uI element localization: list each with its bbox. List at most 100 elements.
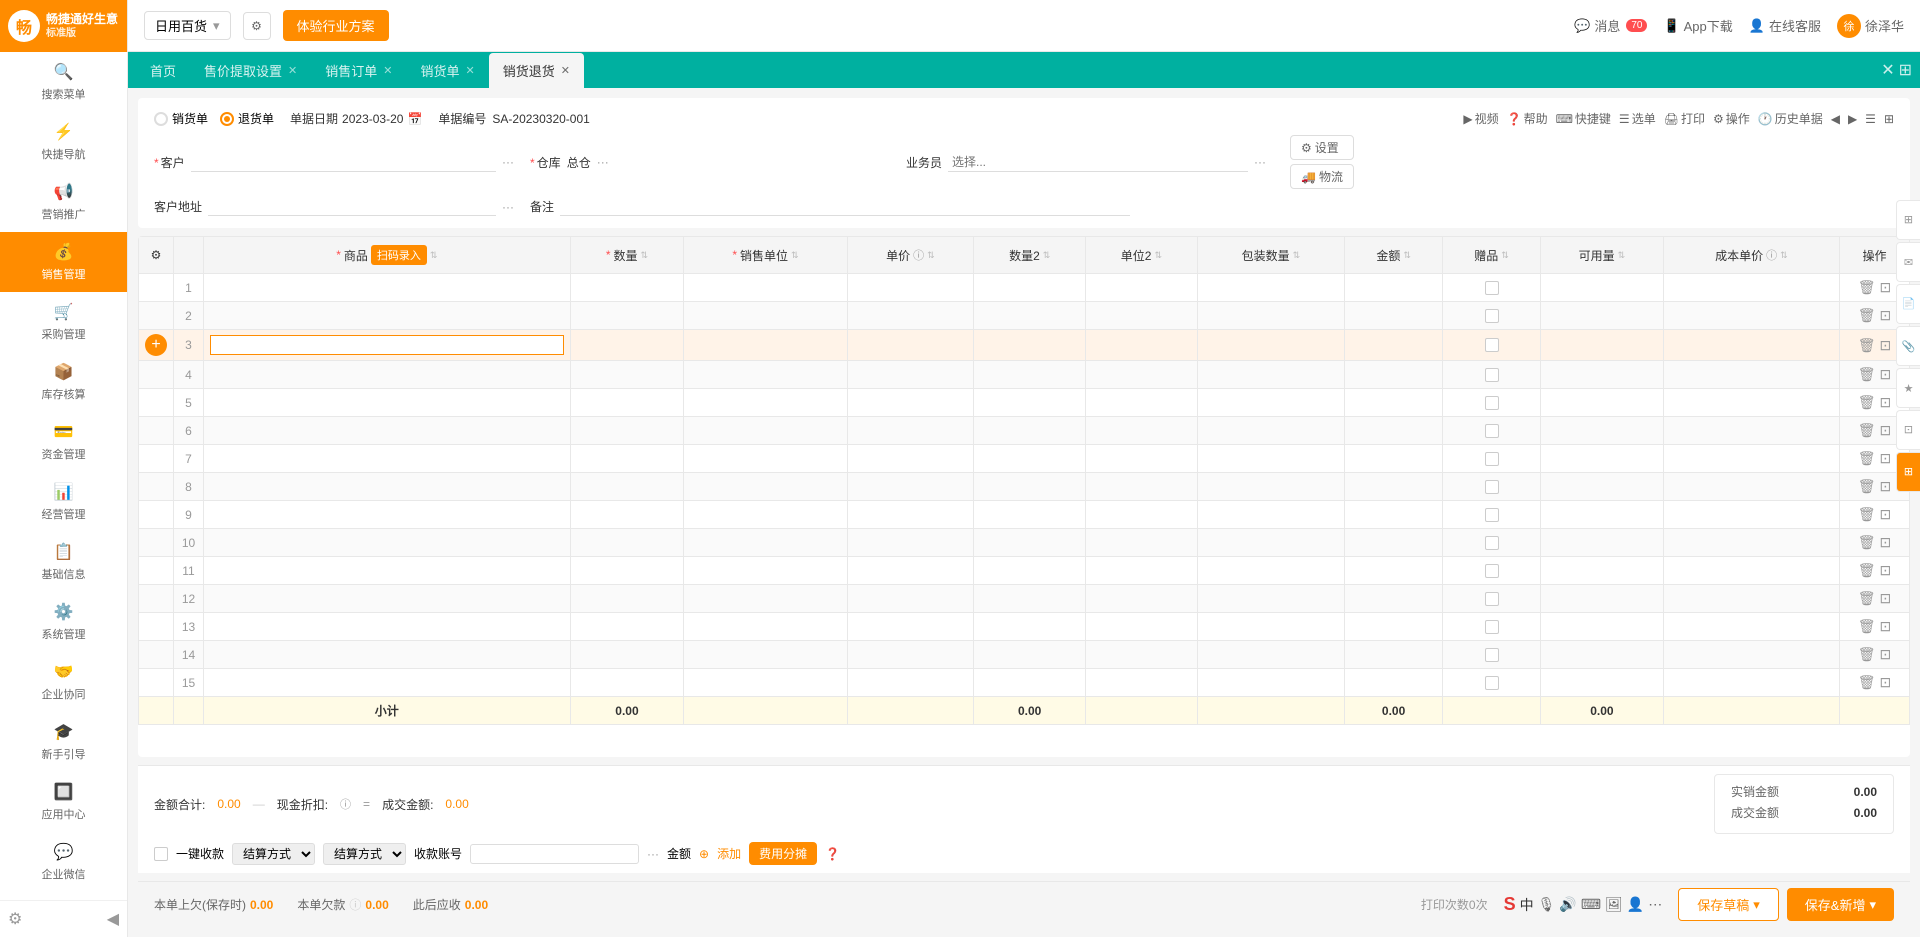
copy-icon[interactable]: ⊡ — [1880, 590, 1892, 606]
row-pkg-cell[interactable] — [1197, 529, 1344, 557]
gift-checkbox[interactable] — [1485, 480, 1499, 494]
row-gift-cell[interactable] — [1443, 361, 1541, 389]
row-price-cell[interactable] — [847, 473, 974, 501]
gift-checkbox[interactable] — [1485, 452, 1499, 466]
row-qty-cell[interactable] — [570, 274, 684, 302]
row-goods-cell[interactable] — [204, 557, 571, 585]
row-qty2-cell[interactable] — [974, 389, 1086, 417]
save-draft-btn[interactable]: 保存草稿 ▾ — [1678, 888, 1779, 921]
row-pkg-cell[interactable] — [1197, 501, 1344, 529]
row-unit2-cell[interactable] — [1086, 417, 1198, 445]
row-unit2-cell[interactable] — [1086, 557, 1198, 585]
radio-return[interactable]: 退货单 — [220, 110, 274, 127]
row-qty2-cell[interactable] — [974, 585, 1086, 613]
staff-input[interactable] — [948, 153, 1248, 172]
online-service-btn[interactable]: 👤 在线客服 — [1749, 16, 1821, 35]
row-gift-cell[interactable] — [1443, 389, 1541, 417]
row-pkg-cell[interactable] — [1197, 445, 1344, 473]
copy-icon[interactable]: ⊡ — [1880, 618, 1892, 634]
sidebar-item-corp[interactable]: 🤝 企业协同 — [0, 652, 127, 712]
tab-sales-return[interactable]: 销货退货 ✕ — [489, 53, 584, 88]
delete-icon[interactable]: 🗑 — [1858, 307, 1876, 323]
copy-icon[interactable]: ⊡ — [1880, 279, 1892, 295]
sort-icon[interactable]: ⇅ — [791, 250, 799, 261]
row-unit-cell[interactable] — [684, 330, 847, 361]
row-price-cell[interactable] — [847, 585, 974, 613]
row-qty-cell[interactable] — [570, 445, 684, 473]
row-amount-cell[interactable] — [1345, 641, 1443, 669]
row-qty2-cell[interactable] — [974, 669, 1086, 697]
row-available-cell[interactable] — [1541, 473, 1664, 501]
row-unit2-cell[interactable] — [1086, 274, 1198, 302]
sort-icon[interactable]: ⇅ — [1154, 250, 1162, 261]
tab-price-settings[interactable]: 售价提取设置 ✕ — [190, 53, 311, 88]
row-pkg-cell[interactable] — [1197, 417, 1344, 445]
row-amount-cell[interactable] — [1345, 389, 1443, 417]
panel-item-5[interactable]: ★ — [1896, 368, 1920, 408]
row-qty-cell[interactable] — [570, 361, 684, 389]
tab-home[interactable]: 首页 — [136, 53, 190, 88]
video-btn[interactable]: ▶ 视频 — [1463, 110, 1498, 127]
copy-icon[interactable]: ⊡ — [1880, 478, 1892, 494]
sidebar-item-marketing[interactable]: 📢 营销推广 — [0, 172, 127, 232]
add-btn[interactable]: 添加 — [717, 845, 741, 862]
gift-checkbox[interactable] — [1485, 536, 1499, 550]
gift-checkbox[interactable] — [1485, 424, 1499, 438]
row-goods-cell[interactable] — [204, 389, 571, 417]
sidebar-item-apps[interactable]: 🔲 应用中心 — [0, 772, 127, 832]
row-gift-cell[interactable] — [1443, 529, 1541, 557]
sidebar-item-member[interactable]: 👑 畅会员 — [0, 892, 127, 900]
row-amount-cell[interactable] — [1345, 330, 1443, 361]
row-pkg-cell[interactable] — [1197, 557, 1344, 585]
gift-checkbox[interactable] — [1485, 281, 1499, 295]
row-qty2-cell[interactable] — [974, 473, 1086, 501]
row-available-cell[interactable] — [1541, 557, 1664, 585]
row-unit-cell[interactable] — [684, 274, 847, 302]
row-qty-cell[interactable] — [570, 529, 684, 557]
row-gift-cell[interactable] — [1443, 330, 1541, 361]
row-unit-cell[interactable] — [684, 557, 847, 585]
row-unit2-cell[interactable] — [1086, 389, 1198, 417]
history-btn[interactable]: 🕐 历史单据 — [1758, 110, 1823, 127]
copy-icon[interactable]: ⊡ — [1880, 394, 1892, 410]
copy-icon[interactable]: ⊡ — [1880, 366, 1892, 382]
row-price-cell[interactable] — [847, 613, 974, 641]
mic-icon[interactable]: 🎙 — [1538, 896, 1556, 913]
row-unit-cell[interactable] — [684, 501, 847, 529]
row-unit-cell[interactable] — [684, 613, 847, 641]
copy-icon[interactable]: ⊡ — [1880, 307, 1892, 323]
warehouse-dots[interactable]: ··· — [597, 155, 609, 169]
panel-item-4[interactable]: 📎 — [1896, 326, 1920, 366]
row-unit2-cell[interactable] — [1086, 501, 1198, 529]
row-qty-cell[interactable] — [570, 585, 684, 613]
delete-icon[interactable]: 🗑 — [1858, 534, 1876, 550]
scan-btn[interactable]: 扫码录入 — [371, 245, 427, 265]
staff-dots[interactable]: ··· — [1254, 155, 1266, 169]
row-goods-cell[interactable] — [204, 361, 571, 389]
goods-input[interactable] — [210, 335, 564, 355]
row-available-cell[interactable] — [1541, 330, 1664, 361]
row-qty-cell[interactable] — [570, 613, 684, 641]
row-qty2-cell[interactable] — [974, 361, 1086, 389]
row-cost-cell[interactable] — [1663, 473, 1839, 501]
expand-tab-btn[interactable]: ⊞ — [1899, 60, 1912, 80]
row-available-cell[interactable] — [1541, 641, 1664, 669]
row-pkg-cell[interactable] — [1197, 389, 1344, 417]
row-cost-cell[interactable] — [1663, 585, 1839, 613]
row-qty2-cell[interactable] — [974, 557, 1086, 585]
row-unit-cell[interactable] — [684, 585, 847, 613]
row-price-cell[interactable] — [847, 641, 974, 669]
sort-icon[interactable]: ⇅ — [1403, 250, 1411, 261]
list-view-btn[interactable]: ☰ — [1865, 112, 1876, 126]
row-cost-cell[interactable] — [1663, 669, 1839, 697]
sidebar-item-sales[interactable]: 💰 销售管理 — [0, 232, 127, 292]
sort-icon[interactable]: ⇅ — [641, 250, 649, 261]
row-qty2-cell[interactable] — [974, 641, 1086, 669]
row-unit2-cell[interactable] — [1086, 641, 1198, 669]
row-pkg-cell[interactable] — [1197, 361, 1344, 389]
row-gift-cell[interactable] — [1443, 557, 1541, 585]
sidebar-item-search[interactable]: 🔍 搜索菜单 — [0, 52, 127, 112]
row-unit2-cell[interactable] — [1086, 473, 1198, 501]
shortcut-btn[interactable]: ⌨ 快捷键 — [1556, 110, 1611, 127]
sort-icon[interactable]: ⇅ — [927, 250, 935, 261]
